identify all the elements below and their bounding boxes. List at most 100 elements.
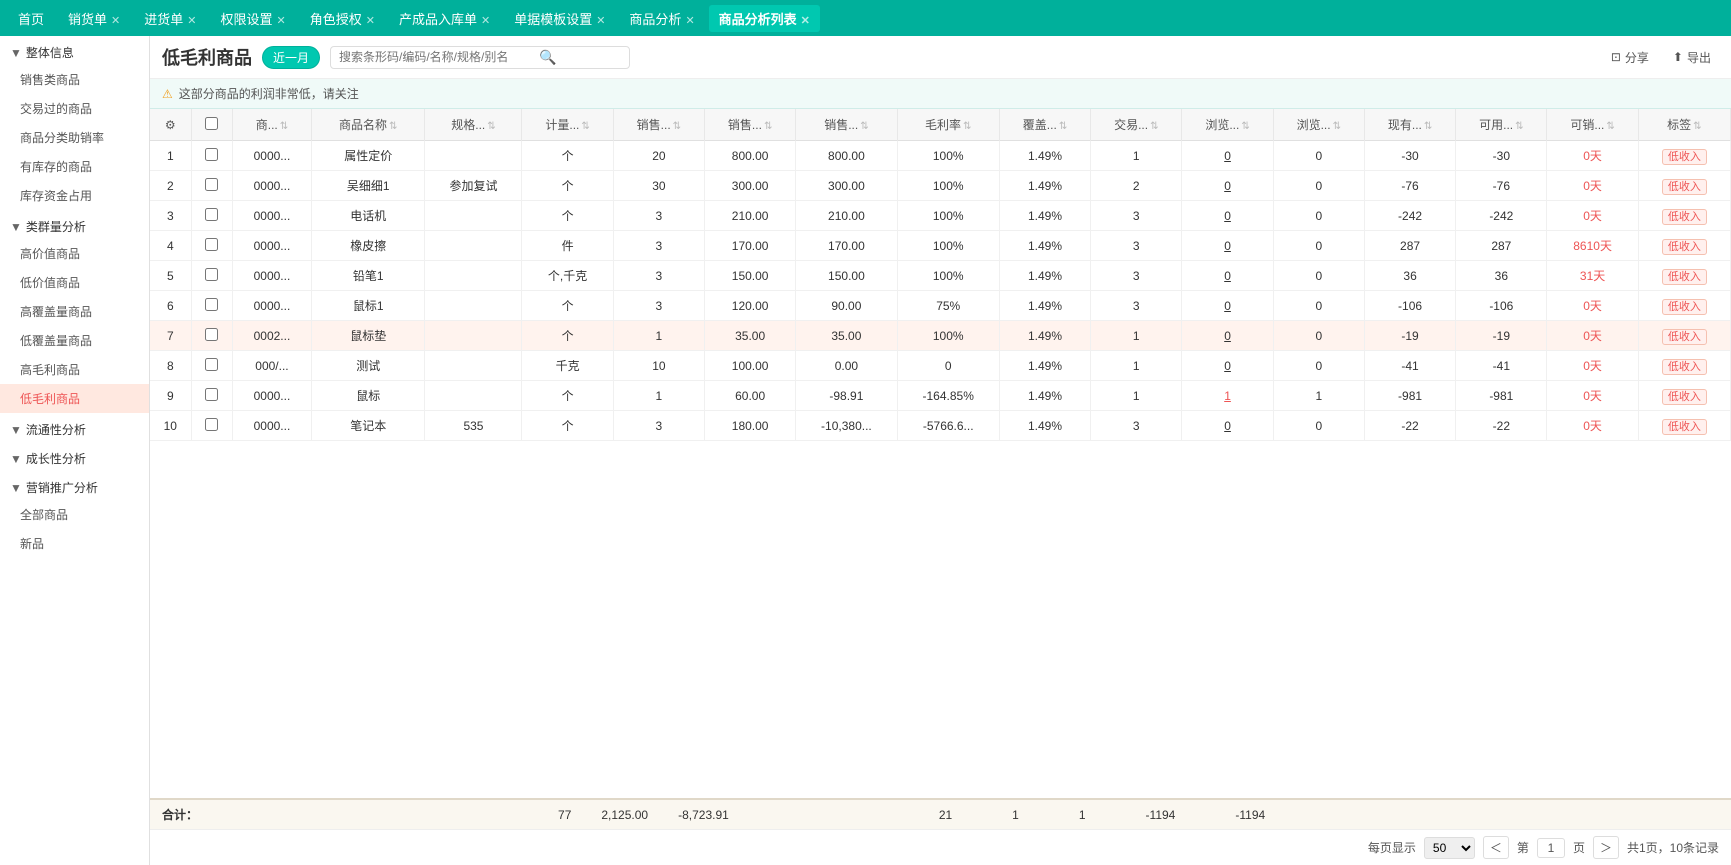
col-header-sales_amount[interactable]: 销售...⇅ [705,109,796,141]
row-checkbox[interactable] [205,178,218,191]
sidebar-item-商品分类助销率[interactable]: 商品分类助销率 [0,123,149,152]
sidebar-item-交易过的商品[interactable]: 交易过的商品 [0,94,149,123]
cell-checkbox[interactable] [191,351,232,381]
row-checkbox[interactable] [205,148,218,161]
nav-item-角色授权[interactable]: 角色授权✕ [300,5,385,32]
row-checkbox[interactable] [205,418,218,431]
per-page-select[interactable]: 50 100 200 [1424,837,1475,859]
tag-badge[interactable]: 低收入 [1662,359,1707,375]
col-header-sales_profit[interactable]: 销售...⇅ [796,109,897,141]
nav-item-商品分析列表[interactable]: 商品分析列表✕ [709,5,820,32]
cell-tag[interactable]: 低收入 [1638,321,1730,351]
cell-tag[interactable]: 低收入 [1638,171,1730,201]
sidebar-item-低覆盖量商品[interactable]: 低覆盖量商品 [0,326,149,355]
tag-badge[interactable]: 低收入 [1662,299,1707,315]
sidebar-group-类群量分析[interactable]: ▼类群量分析 [0,210,149,239]
col-header-checkbox[interactable] [191,109,232,141]
close-icon[interactable]: ✕ [685,15,694,27]
cell-tag[interactable]: 低收入 [1638,261,1730,291]
tag-badge[interactable]: 低收入 [1662,329,1707,345]
link-cell[interactable]: 0 [1224,359,1231,373]
cell-tag[interactable]: 低收入 [1638,141,1730,171]
sidebar-item-全部商品[interactable]: 全部商品 [0,500,149,529]
sidebar-group-营销推广分析[interactable]: ▼营销推广分析 [0,471,149,500]
row-checkbox[interactable] [205,268,218,281]
nav-item-产成品入库单[interactable]: 产成品入库单✕ [389,5,500,32]
sidebar-item-销售类商品[interactable]: 销售类商品 [0,65,149,94]
col-header-saleable[interactable]: 可销...⇅ [1547,109,1638,141]
tag-badge[interactable]: 低收入 [1662,389,1707,405]
sidebar-group-整体信息[interactable]: ▼整体信息 [0,36,149,65]
cell-tag[interactable]: 低收入 [1638,201,1730,231]
cell-tag[interactable]: 低收入 [1638,231,1730,261]
cell-checkbox[interactable] [191,261,232,291]
cell-checkbox[interactable] [191,381,232,411]
sidebar-item-低价值商品[interactable]: 低价值商品 [0,268,149,297]
col-header-code[interactable]: 商...⇅ [232,109,311,141]
row-checkbox[interactable] [205,238,218,251]
tag-badge[interactable]: 低收入 [1662,179,1707,195]
sidebar-item-新品[interactable]: 新品 [0,529,149,558]
sidebar-item-低毛利商品[interactable]: 低毛利商品 [0,384,149,413]
sidebar-group-流通性分析[interactable]: ▼流通性分析 [0,413,149,442]
cell-checkbox[interactable] [191,201,232,231]
tag-badge[interactable]: 低收入 [1662,209,1707,225]
prev-page-btn[interactable]: ＜ [1483,836,1509,859]
cell-tag[interactable]: 低收入 [1638,351,1730,381]
close-icon[interactable]: ✕ [111,15,120,27]
next-page-btn[interactable]: ＞ [1593,836,1619,859]
col-header-trade[interactable]: 交易...⇅ [1091,109,1182,141]
col-header-gross_rate[interactable]: 毛利率⇅ [897,109,999,141]
nav-item-商品分析[interactable]: 商品分析✕ [619,5,704,32]
close-icon[interactable]: ✕ [187,15,196,27]
close-icon[interactable]: ✕ [801,15,810,27]
nav-item-首页[interactable]: 首页 [8,5,54,32]
link-cell[interactable]: 0 [1224,149,1231,163]
col-header-view2[interactable]: 浏览...⇅ [1273,109,1364,141]
cell-view1[interactable]: 0 [1182,351,1273,381]
link-cell[interactable]: 0 [1224,299,1231,313]
nav-item-单据模板设置[interactable]: 单据模板设置✕ [504,5,615,32]
sidebar-item-高价值商品[interactable]: 高价值商品 [0,239,149,268]
sidebar-item-高覆盖量商品[interactable]: 高覆盖量商品 [0,297,149,326]
cell-view1[interactable]: 0 [1182,411,1273,441]
link-cell[interactable]: 1 [1224,389,1231,403]
cell-checkbox[interactable] [191,141,232,171]
close-icon[interactable]: ✕ [596,15,605,27]
cell-view1[interactable]: 0 [1182,141,1273,171]
row-checkbox[interactable] [205,358,218,371]
settings-icon[interactable]: ⚙ [165,118,176,132]
cell-checkbox[interactable] [191,291,232,321]
sidebar-item-高毛利商品[interactable]: 高毛利商品 [0,355,149,384]
row-checkbox[interactable] [205,328,218,341]
sidebar-group-成长性分析[interactable]: ▼成长性分析 [0,442,149,471]
row-checkbox[interactable] [205,208,218,221]
nav-item-销货单[interactable]: 销货单✕ [58,5,130,32]
close-icon[interactable]: ✕ [481,15,490,27]
tag-badge[interactable]: 低收入 [1662,239,1707,255]
col-header-coverage[interactable]: 覆盖...⇅ [999,109,1090,141]
link-cell[interactable]: 0 [1224,269,1231,283]
cell-view1[interactable]: 0 [1182,261,1273,291]
cell-tag[interactable]: 低收入 [1638,381,1730,411]
col-header-current_stock[interactable]: 现有...⇅ [1364,109,1455,141]
close-icon[interactable]: ✕ [277,15,286,27]
sidebar-item-有库存的商品[interactable]: 有库存的商品 [0,152,149,181]
cell-view1[interactable]: 0 [1182,231,1273,261]
link-cell[interactable]: 0 [1224,209,1231,223]
row-checkbox[interactable] [205,298,218,311]
col-header-available[interactable]: 可用...⇅ [1456,109,1547,141]
cell-view1[interactable]: 0 [1182,321,1273,351]
link-cell[interactable]: 0 [1224,179,1231,193]
cell-view1[interactable]: 1 [1182,381,1273,411]
filter-recent-month-btn[interactable]: 近一月 [262,46,320,69]
col-header-unit[interactable]: 计量...⇅ [522,109,613,141]
search-input[interactable] [339,50,539,64]
col-header-spec[interactable]: 规格...⇅ [425,109,522,141]
col-header-view1[interactable]: 浏览...⇅ [1182,109,1273,141]
nav-item-权限设置[interactable]: 权限设置✕ [210,5,295,32]
link-cell[interactable]: 0 [1224,239,1231,253]
cell-checkbox[interactable] [191,171,232,201]
cell-view1[interactable]: 0 [1182,201,1273,231]
select-all-checkbox[interactable] [205,117,218,130]
